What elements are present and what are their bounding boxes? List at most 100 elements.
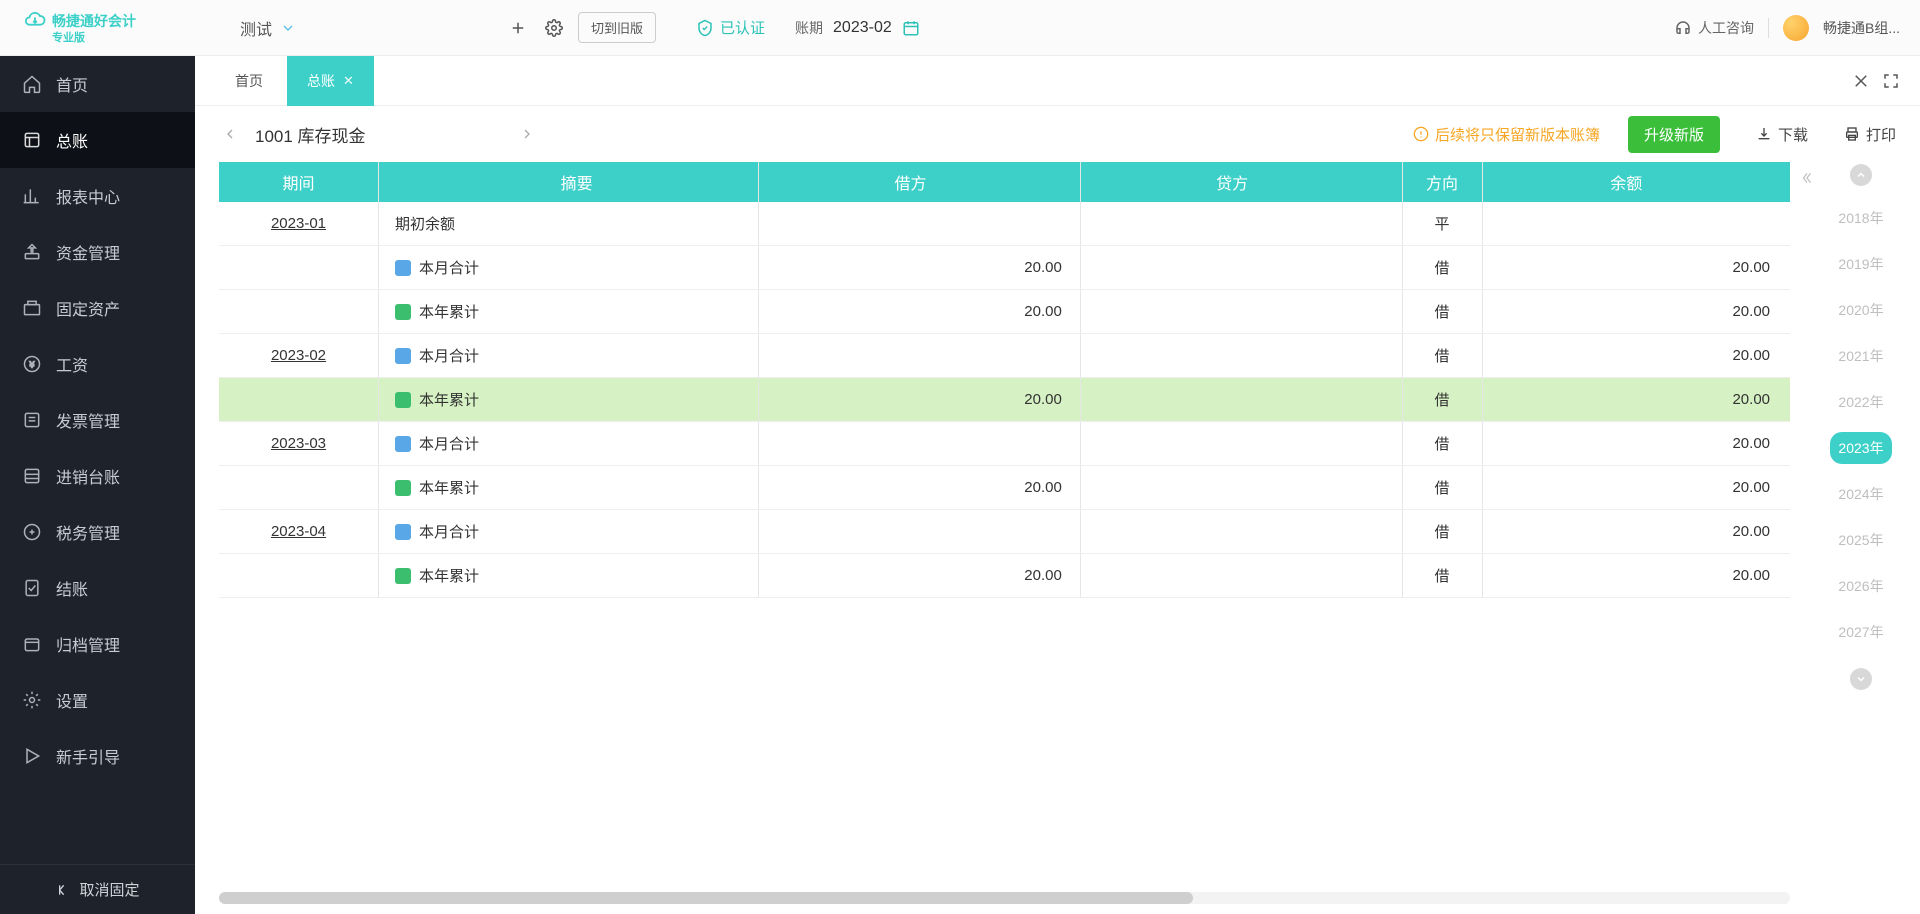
toolbar: 1001 库存现金 后续将只保留新版本账簿 升级新版 下载 打印 [195, 106, 1920, 162]
cell-direction: 借 [1403, 378, 1483, 421]
cell-debit: 20.00 [759, 290, 1081, 333]
sidebar-item-11[interactable]: 设置 [0, 672, 195, 728]
year-option[interactable]: 2022年 [1830, 386, 1891, 418]
print-button[interactable]: 打印 [1844, 124, 1896, 145]
cell-period: 2023-03 [219, 422, 379, 465]
tab-ledger-label: 总账 [307, 71, 335, 91]
sidebar-item-3[interactable]: 资金管理 [0, 224, 195, 280]
chevrons-up-icon [1855, 169, 1867, 181]
th-summary: 摘要 [379, 162, 759, 202]
cell-debit: 20.00 [759, 246, 1081, 289]
sidebar-item-8[interactable]: 税务管理 [0, 504, 195, 560]
period-link[interactable]: 2023-04 [271, 523, 326, 540]
period-link[interactable]: 2023-03 [271, 435, 326, 452]
period-link[interactable]: 2023-01 [271, 215, 326, 232]
period-link[interactable]: 2023-02 [271, 347, 326, 364]
sidebar-icon [22, 690, 42, 710]
verified-label: 已认证 [720, 17, 765, 38]
org-name: 测试 [240, 16, 272, 40]
year-scroll-down[interactable] [1850, 668, 1872, 690]
close-all-tabs-icon[interactable] [1852, 72, 1870, 90]
support-button[interactable]: 人工咨询 [1674, 18, 1754, 38]
year-option[interactable]: 2020年 [1830, 294, 1891, 326]
sidebar-item-10[interactable]: 归档管理 [0, 616, 195, 672]
sidebar-item-7[interactable]: 进销台账 [0, 448, 195, 504]
sidebar-item-12[interactable]: 新手引导 [0, 728, 195, 784]
sidebar-item-9[interactable]: 结账 [0, 560, 195, 616]
year-option[interactable]: 2018年 [1830, 202, 1891, 234]
cell-debit [759, 510, 1081, 553]
support-label: 人工咨询 [1698, 18, 1754, 38]
table-row[interactable]: 2023-02本月合计借20.00 [219, 334, 1790, 378]
cell-credit [1081, 290, 1403, 333]
cell-balance [1483, 202, 1791, 245]
accounting-period[interactable]: 账期 2023-02 [795, 18, 920, 38]
unpin-sidebar-button[interactable]: 取消固定 [0, 864, 195, 914]
year-option[interactable]: 2023年 [1830, 432, 1891, 464]
cell-direction: 借 [1403, 466, 1483, 509]
sidebar-item-2[interactable]: 报表中心 [0, 168, 195, 224]
cell-direction: 借 [1403, 510, 1483, 553]
horizontal-scrollbar[interactable] [219, 892, 1790, 904]
cell-debit: 20.00 [759, 554, 1081, 597]
prev-account-button[interactable] [219, 123, 241, 145]
chevron-right-icon [519, 126, 535, 142]
collapse-year-rail[interactable] [1800, 162, 1816, 904]
sidebar-item-0[interactable]: 首页 [0, 56, 195, 112]
upgrade-button[interactable]: 升级新版 [1628, 116, 1720, 153]
year-option[interactable]: 2019年 [1830, 248, 1891, 280]
org-selector[interactable]: 测试 [240, 16, 500, 40]
tab-bar: 首页 总账 ✕ [195, 56, 1920, 106]
table-row[interactable]: 本月合计20.00借20.00 [219, 246, 1790, 290]
switch-old-version-button[interactable]: 切到旧版 [578, 12, 656, 43]
print-icon [1844, 126, 1860, 142]
table-row[interactable]: 2023-03本月合计借20.00 [219, 422, 1790, 466]
table-row[interactable]: 本年累计20.00借20.00 [219, 466, 1790, 510]
download-button[interactable]: 下载 [1756, 124, 1808, 145]
add-button[interactable] [500, 10, 536, 46]
shield-check-icon [696, 19, 714, 37]
year-option[interactable]: 2024年 [1830, 478, 1891, 510]
year-option[interactable]: 2027年 [1830, 616, 1891, 648]
tab-home-label: 首页 [235, 71, 263, 91]
gear-icon [545, 19, 563, 37]
year-scroll-up[interactable] [1850, 164, 1872, 186]
summary-type-icon [395, 304, 411, 320]
cell-summary: 本月合计 [379, 246, 759, 289]
account-title[interactable]: 1001 库存现金 [255, 122, 366, 147]
user-avatar[interactable] [1783, 15, 1809, 41]
ledger-table: 期间 摘要 借方 贷方 方向 余额 2023-01期初余额平本月合计20.00借… [219, 162, 1790, 904]
period-value: 2023-02 [833, 19, 892, 37]
sidebar-item-4[interactable]: 固定资产 [0, 280, 195, 336]
tab-ledger[interactable]: 总账 ✕ [287, 56, 374, 106]
cell-credit [1081, 466, 1403, 509]
summary-type-icon [395, 260, 411, 276]
sidebar-item-label: 新手引导 [56, 744, 120, 768]
year-option[interactable]: 2021年 [1830, 340, 1891, 372]
sidebar-item-6[interactable]: 发票管理 [0, 392, 195, 448]
sidebar-icon [22, 522, 42, 542]
summary-type-icon [395, 348, 411, 364]
summary-type-icon [395, 480, 411, 496]
table-row[interactable]: 2023-01期初余额平 [219, 202, 1790, 246]
cell-balance: 20.00 [1483, 334, 1791, 377]
fullscreen-icon[interactable] [1882, 72, 1900, 90]
table-row[interactable]: 本年累计20.00借20.00 [219, 378, 1790, 422]
table-row[interactable]: 2023-04本月合计借20.00 [219, 510, 1790, 554]
sidebar-item-5[interactable]: ¥工资 [0, 336, 195, 392]
brand-logo[interactable]: 畅捷通好会计 专业版 [20, 10, 220, 44]
table-row[interactable]: 本年累计20.00借20.00 [219, 554, 1790, 598]
brand-name: 畅捷通好会计 [52, 14, 136, 29]
tab-home[interactable]: 首页 [215, 56, 283, 106]
sidebar-item-1[interactable]: 总账 [0, 112, 195, 168]
table-row[interactable]: 本年累计20.00借20.00 [219, 290, 1790, 334]
th-credit: 贷方 [1081, 162, 1403, 202]
user-name[interactable]: 畅捷通B组... [1823, 18, 1900, 38]
year-option[interactable]: 2026年 [1830, 570, 1891, 602]
cell-balance: 20.00 [1483, 378, 1791, 421]
cell-direction: 平 [1403, 202, 1483, 245]
tab-close-icon[interactable]: ✕ [343, 73, 354, 89]
year-option[interactable]: 2025年 [1830, 524, 1891, 556]
next-account-button[interactable] [516, 123, 538, 145]
settings-button[interactable] [536, 10, 572, 46]
